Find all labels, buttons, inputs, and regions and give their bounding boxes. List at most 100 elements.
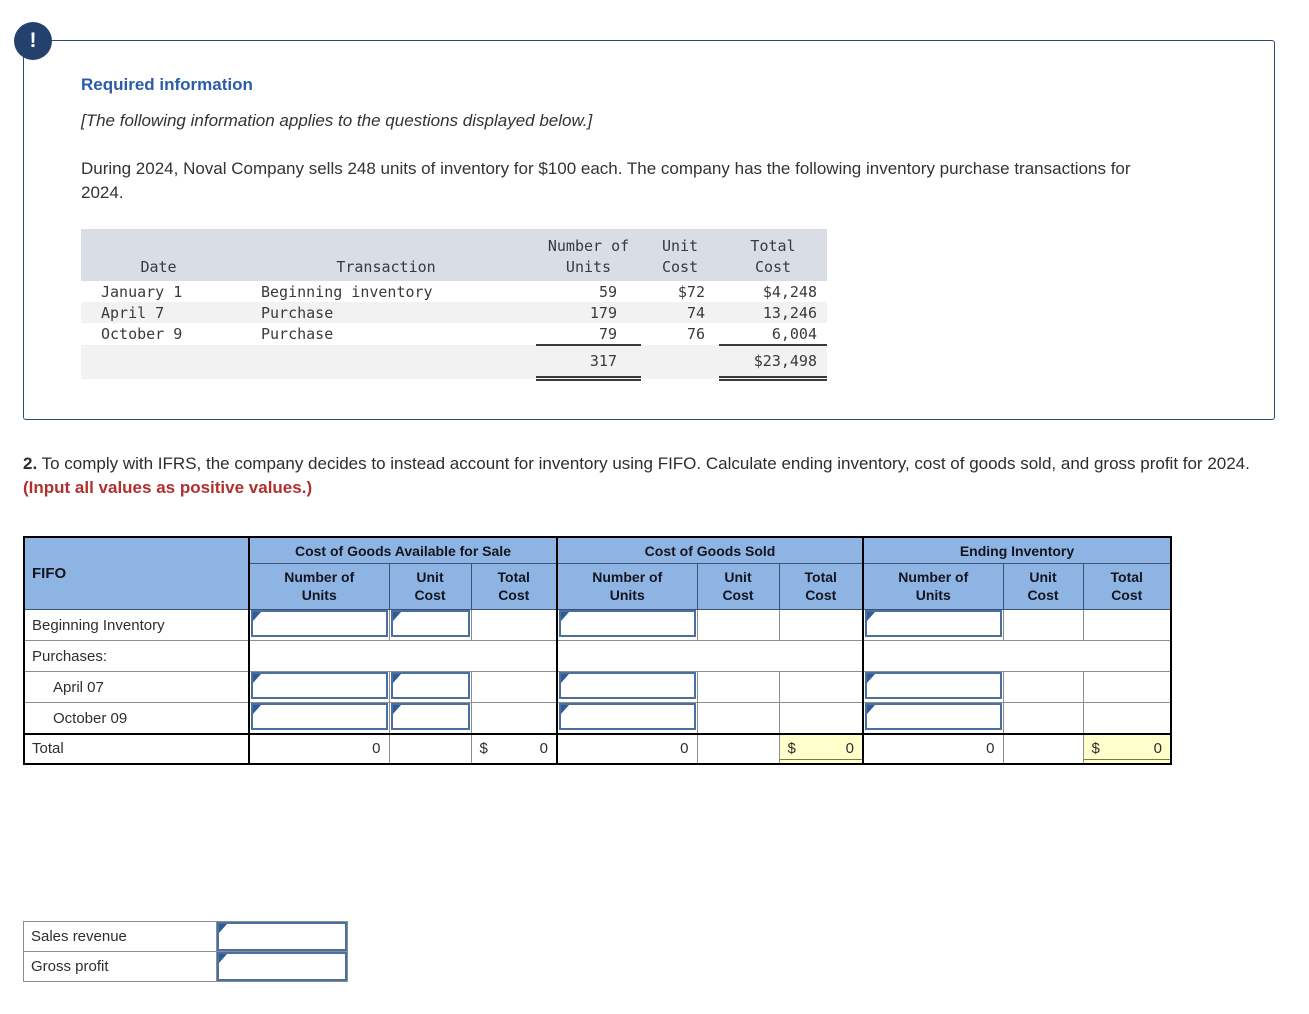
cell [1002, 609, 1084, 642]
cell [1082, 671, 1172, 704]
cell-flag-icon [253, 612, 261, 622]
cell [388, 702, 472, 735]
group-title-available: Cost of Goods Available for Sale [248, 536, 558, 565]
inventory-transactions-table: Number of Unit Total Date Transaction Un… [81, 229, 827, 382]
cell-total-cost: $4,248 [762, 282, 817, 301]
cell [388, 732, 472, 765]
cell-total-cost: 6,004 [719, 323, 827, 347]
cell-units: 179 [536, 302, 641, 324]
cell-total-cost: 13,246 [719, 302, 827, 324]
april-sold-units-input[interactable] [559, 672, 696, 700]
begin-available-units-input[interactable] [251, 610, 388, 638]
begin-ending-units-input[interactable] [865, 610, 1002, 638]
cell [1002, 702, 1084, 735]
group-title-ending: Ending Inventory [862, 536, 1172, 565]
cell-flag-icon [392, 674, 401, 684]
cell-flag-icon [561, 612, 569, 622]
cell [556, 702, 698, 735]
total-row-label: Total [23, 732, 250, 765]
table-total-row: 317 $23,498 [81, 345, 827, 382]
cell-date: April 7 [81, 302, 236, 324]
table-row: October 9 Purchase 79 76 6,004 [81, 323, 827, 347]
cell-unit-cost: $72 [677, 282, 705, 301]
cell-flag-icon [219, 953, 227, 963]
cell [1002, 732, 1084, 765]
october-ending-units-input[interactable] [865, 703, 1002, 731]
cell [696, 732, 780, 765]
cell [696, 671, 780, 704]
gross-profit-input[interactable] [217, 951, 347, 981]
cell-unit-cost: 74 [641, 302, 719, 324]
header-spacer [81, 229, 236, 257]
header-unit: Unit [641, 229, 719, 257]
begin-available-unit-cost-input[interactable] [390, 610, 470, 638]
row-label: Sales revenue [23, 920, 217, 952]
subheader-available-total-cost: Total Cost [470, 563, 558, 611]
inventory-header-row-2: Date Transaction Units Cost Cost [81, 256, 827, 282]
fifo-corner-label: FIFO [23, 536, 250, 611]
cell-total-units: 317 [536, 345, 641, 382]
page: { "colors": { "alert_navy": "#24416e", "… [0, 22, 1309, 1014]
subheader-sold-unit-cost: Unit Cost [696, 563, 780, 611]
april-available-units-input[interactable] [251, 672, 388, 700]
applies-note: [The following information applies to th… [81, 111, 593, 130]
currency-symbol: $ [787, 740, 796, 758]
subheader-ending-total-cost: Total Cost [1082, 563, 1172, 611]
cell-units: 59 [598, 282, 617, 301]
begin-sold-units-input[interactable] [559, 610, 696, 638]
cell [216, 950, 348, 982]
sales-revenue-input[interactable] [217, 921, 347, 951]
cell-flag-icon [392, 612, 401, 622]
currency-symbol: $ [1091, 740, 1100, 758]
cell-merged [862, 640, 1172, 673]
april-ending-units-input[interactable] [865, 672, 1002, 700]
summary-table: Sales revenue Gross profit [23, 920, 348, 982]
cell [388, 609, 472, 642]
question-text: 2. To comply with IFRS, the company deci… [23, 452, 1285, 500]
header-total-cost: Cost [719, 256, 827, 282]
cell [248, 702, 390, 735]
row-label: Beginning Inventory [23, 609, 250, 642]
required-information-panel: ! Required information [The following in… [14, 22, 1275, 421]
october-available-units-input[interactable] [251, 703, 388, 731]
header-unit-cost: Cost [641, 256, 719, 282]
cell-flag-icon [253, 705, 261, 715]
fifo-worksheet-table: FIFO Cost of Goods Available for Sale Co… [23, 535, 1172, 765]
cell-merged [556, 640, 864, 673]
inventory-header-row-1: Number of Unit Total [81, 229, 827, 257]
header-total: Total [719, 229, 827, 257]
cell-units: 79 [536, 323, 641, 347]
header-number-of: Number of [536, 229, 641, 257]
cell [1082, 609, 1172, 642]
cell-transaction: Purchase [261, 325, 334, 344]
question-body: To comply with IFRS, the company decides… [41, 454, 1250, 474]
april-available-unit-cost-input[interactable] [390, 672, 470, 700]
total-sold-cost-value: 0 [845, 740, 854, 758]
october-sold-units-input[interactable] [559, 703, 696, 731]
cell [1002, 671, 1084, 704]
cell-date: October 9 [101, 325, 183, 344]
cell [470, 702, 558, 735]
october-available-unit-cost-input[interactable] [390, 703, 470, 731]
summary-row-sales-revenue: Sales revenue [23, 920, 348, 952]
cell [862, 609, 1004, 642]
cell [248, 671, 390, 704]
cell-empty [81, 345, 236, 379]
cell-empty [641, 345, 719, 379]
subheader-sold-units: Number of Units [556, 563, 698, 611]
fifo-row-purchases: Purchases: [23, 640, 1172, 673]
cell-total-cost-sum: $23,498 [719, 345, 827, 382]
cell [1082, 702, 1172, 735]
cell [862, 671, 1004, 704]
table-row: January 1 Beginning inventory 59 $72 $4,… [81, 281, 827, 302]
cell [556, 671, 698, 704]
fifo-group-header-row: FIFO Cost of Goods Available for Sale Co… [23, 536, 1172, 611]
cell-flag-icon [219, 923, 227, 933]
subheader-sold-total-cost: Total Cost [778, 563, 864, 611]
total-sold-cost-cell: $ 0 [778, 732, 864, 765]
cell [470, 671, 558, 704]
cell-unit-cost: 76 [686, 325, 705, 344]
total-ending-cost-value: 0 [1153, 740, 1162, 758]
total-available-cost-value: 0 [539, 740, 548, 758]
cell [778, 609, 864, 642]
